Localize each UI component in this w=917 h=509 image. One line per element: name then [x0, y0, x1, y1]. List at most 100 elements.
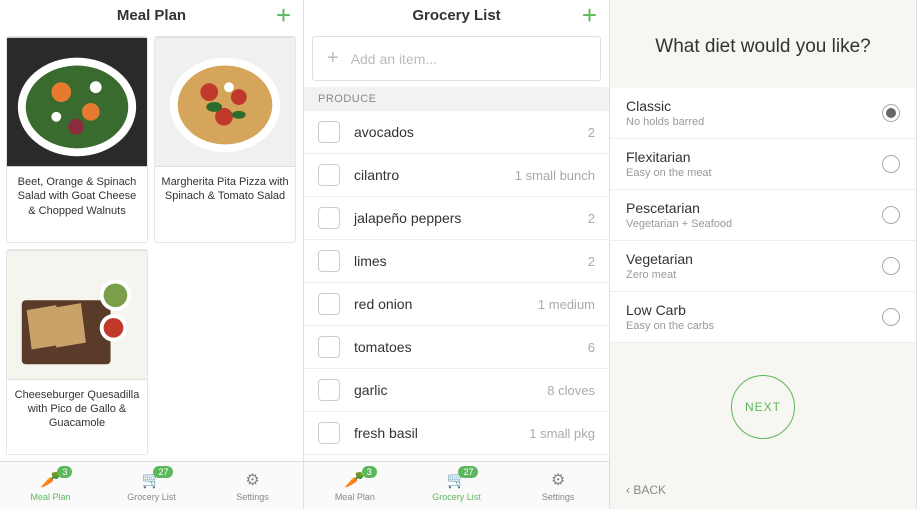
checkbox[interactable]: [318, 379, 340, 401]
grocery-qty: 1 medium: [538, 297, 595, 312]
grocery-list[interactable]: PRODUCE avocados2cilantro1 small bunchja…: [304, 87, 609, 461]
grocery-qty: 2: [588, 254, 595, 269]
meal-image: [7, 250, 147, 380]
checkbox[interactable]: [318, 250, 340, 272]
tab-meal-plan[interactable]: 🥕3 Meal Plan: [304, 462, 406, 509]
badge: 27: [153, 466, 173, 478]
cart-icon: 🛒27: [447, 470, 467, 490]
meal-image: [155, 37, 295, 167]
grocery-qty: 1 small pkg: [529, 426, 595, 441]
header: Grocery List +: [304, 0, 609, 30]
checkbox[interactable]: [318, 207, 340, 229]
grocery-name: fresh basil: [354, 425, 529, 441]
carrot-icon: 🥕3: [345, 470, 365, 490]
meal-image: [7, 37, 147, 167]
grocery-qty: 2: [588, 211, 595, 226]
carrot-icon: 🥕3: [41, 470, 61, 490]
tab-bar: 🥕3 Meal Plan 🛒27 Grocery List ⚙ Settings: [0, 461, 303, 509]
meal-plan-screen: Meal Plan + Beet, Orange & Spinach Salad…: [0, 0, 304, 509]
badge: 3: [57, 466, 72, 478]
tab-label: Meal Plan: [30, 492, 70, 502]
plus-icon: +: [327, 47, 339, 70]
radio-button[interactable]: [882, 104, 900, 122]
page-title: Grocery List: [412, 7, 500, 24]
diet-name: Low Carb: [626, 302, 882, 318]
tab-label: Grocery List: [432, 492, 481, 502]
back-button[interactable]: ‹ BACK: [610, 471, 916, 509]
grocery-row[interactable]: garlic8 cloves: [304, 369, 609, 412]
tab-label: Meal Plan: [335, 492, 375, 502]
badge: 3: [362, 466, 377, 478]
tab-label: Grocery List: [127, 492, 176, 502]
checkbox[interactable]: [318, 336, 340, 358]
grocery-name: jalapeño peppers: [354, 210, 588, 226]
diet-option[interactable]: ClassicNo holds barred: [610, 88, 916, 139]
diet-subtitle: Easy on the meat: [626, 167, 882, 179]
add-item-placeholder: Add an item...: [351, 51, 437, 67]
radio-button[interactable]: [882, 155, 900, 173]
tab-settings[interactable]: ⚙ Settings: [202, 462, 303, 509]
diet-subtitle: Zero meat: [626, 269, 882, 281]
meal-title: Beet, Orange & Spinach Salad with Goat C…: [7, 167, 147, 226]
tab-meal-plan[interactable]: 🥕3 Meal Plan: [0, 462, 101, 509]
checkbox[interactable]: [318, 422, 340, 444]
grocery-name: cilantro: [354, 167, 515, 183]
meal-grid[interactable]: Beet, Orange & Spinach Salad with Goat C…: [0, 30, 303, 461]
diet-name: Pescetarian: [626, 200, 882, 216]
grocery-name: avocados: [354, 124, 588, 140]
tab-label: Settings: [236, 492, 269, 502]
diet-option[interactable]: Low Carb Easy on the carbs: [610, 292, 916, 343]
tab-grocery-list[interactable]: 🛒27 Grocery List: [101, 462, 202, 509]
grocery-qty: 6: [588, 340, 595, 355]
meal-title: Cheeseburger Quesadilla with Pico de Gal…: [7, 380, 147, 439]
diet-selection-screen: What diet would you like? ClassicNo hold…: [610, 0, 917, 509]
grocery-row[interactable]: avocados2: [304, 111, 609, 154]
diet-name: Vegetarian: [626, 251, 882, 267]
diet-question: What diet would you like?: [610, 0, 916, 88]
radio-button[interactable]: [882, 257, 900, 275]
checkbox[interactable]: [318, 121, 340, 143]
radio-button[interactable]: [882, 308, 900, 326]
diet-subtitle: Vegetarian + Seafood: [626, 218, 882, 230]
add-item-input[interactable]: + Add an item...: [312, 36, 601, 81]
grocery-list-screen: Grocery List + + Add an item... PRODUCE …: [304, 0, 610, 509]
settings-icon: ⚙: [245, 470, 259, 490]
tab-grocery-list[interactable]: 🛒27 Grocery List: [406, 462, 508, 509]
diet-subtitle: Easy on the carbs: [626, 320, 882, 332]
tab-settings[interactable]: ⚙ Settings: [507, 462, 609, 509]
meal-card[interactable]: Cheeseburger Quesadilla with Pico de Gal…: [6, 249, 148, 456]
diet-option[interactable]: Pescetarian Vegetarian + Seafood: [610, 190, 916, 241]
grocery-qty: 2: [588, 125, 595, 140]
grocery-row[interactable]: red onion1 medium: [304, 283, 609, 326]
radio-button[interactable]: [882, 206, 900, 224]
grocery-name: garlic: [354, 382, 547, 398]
diet-option[interactable]: Vegetarian Zero meat: [610, 241, 916, 292]
badge: 27: [458, 466, 478, 478]
settings-icon: ⚙: [551, 470, 565, 490]
meal-card[interactable]: Margherita Pita Pizza with Spinach & Tom…: [154, 36, 296, 243]
header: Meal Plan +: [0, 0, 303, 30]
grocery-qty: 1 small bunch: [515, 168, 595, 183]
diet-name: Flexitarian: [626, 149, 882, 165]
section-header: PRODUCE: [304, 87, 609, 111]
meal-title: Margherita Pita Pizza with Spinach & Tom…: [155, 167, 295, 212]
grocery-row[interactable]: limes2: [304, 240, 609, 283]
checkbox[interactable]: [318, 293, 340, 315]
grocery-name: tomatoes: [354, 339, 588, 355]
add-meal-button[interactable]: +: [276, 0, 291, 31]
grocery-name: limes: [354, 253, 588, 269]
grocery-row[interactable]: fresh basil1 small pkg: [304, 412, 609, 455]
grocery-row[interactable]: tomatoes6: [304, 326, 609, 369]
grocery-qty: 8 cloves: [547, 383, 595, 398]
diet-option[interactable]: Flexitarian Easy on the meat: [610, 139, 916, 190]
diet-list: ClassicNo holds barred Flexitarian Easy on…: [610, 88, 916, 343]
page-title: Meal Plan: [117, 7, 186, 24]
grocery-name: red onion: [354, 296, 538, 312]
add-item-button[interactable]: +: [582, 0, 597, 31]
checkbox[interactable]: [318, 164, 340, 186]
meal-card[interactable]: Beet, Orange & Spinach Salad with Goat C…: [6, 36, 148, 243]
next-button[interactable]: NEXT: [731, 375, 795, 439]
cart-icon: 🛒27: [142, 470, 162, 490]
grocery-row[interactable]: jalapeño peppers2: [304, 197, 609, 240]
grocery-row[interactable]: cilantro1 small bunch: [304, 154, 609, 197]
